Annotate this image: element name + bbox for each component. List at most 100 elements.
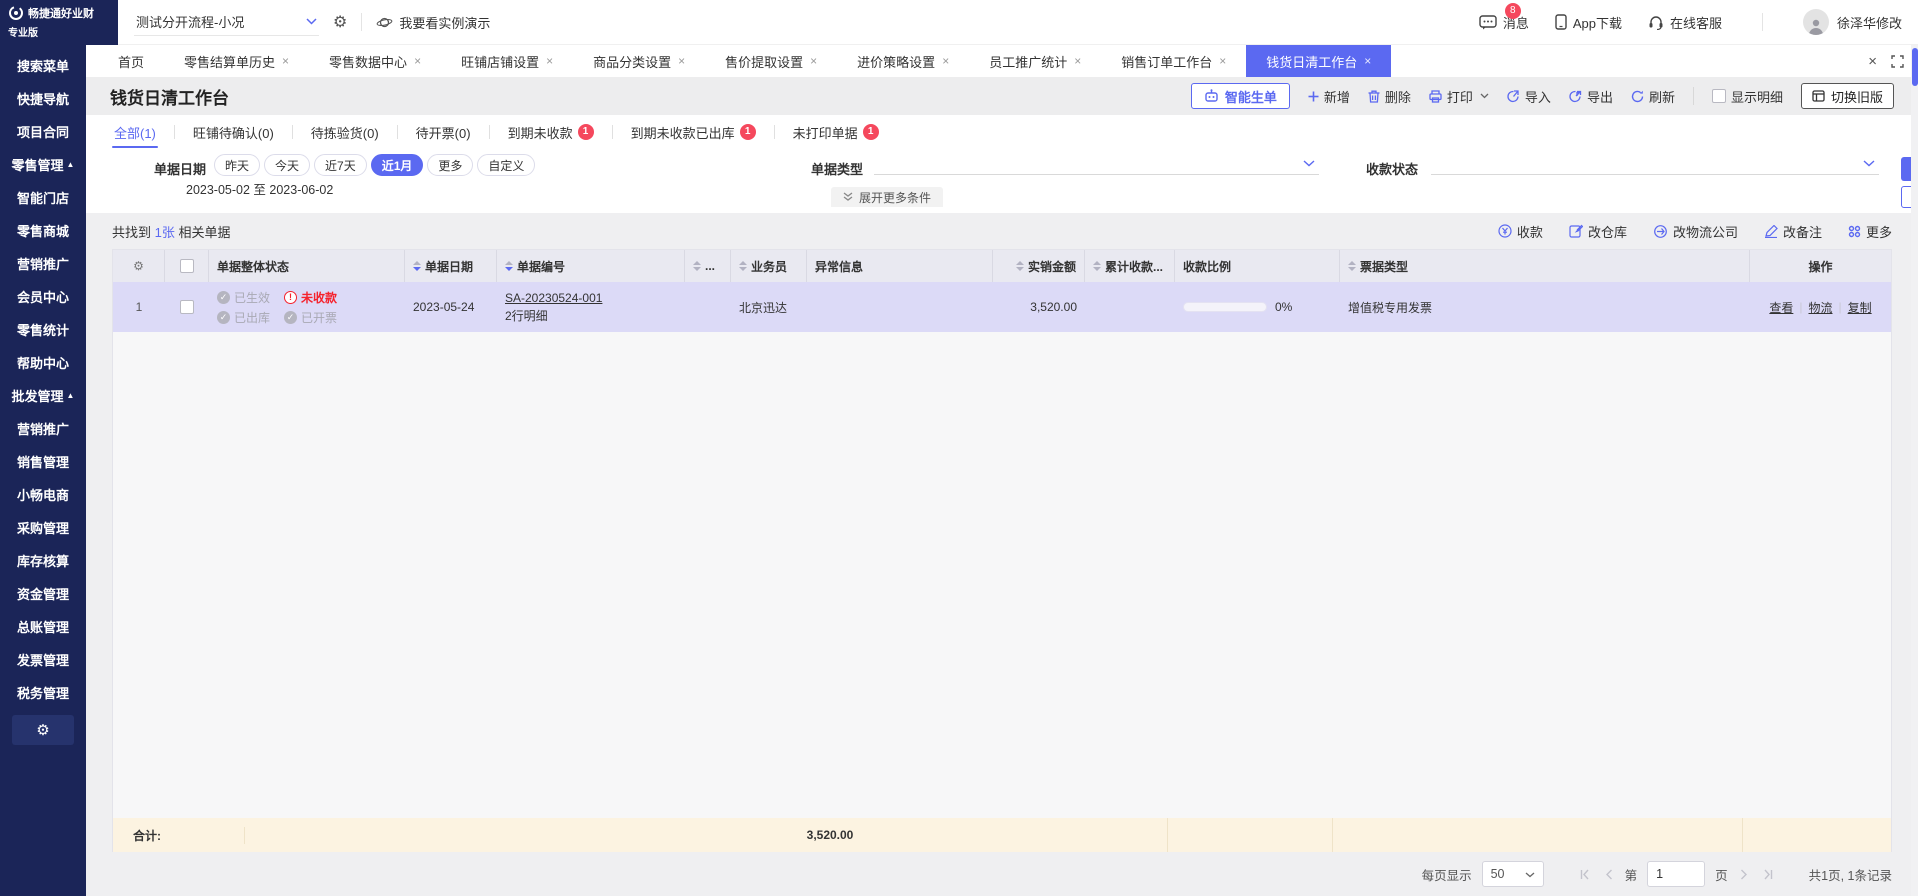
col-error-info[interactable]: 异常信息 — [807, 250, 993, 282]
last-page-icon[interactable] — [1760, 869, 1775, 880]
change-remark-button[interactable]: 改备注 — [1764, 222, 1822, 241]
checkbox-icon[interactable] — [179, 259, 194, 273]
vertical-scrollbar[interactable] — [1911, 45, 1918, 896]
tab-staff-promo-stats[interactable]: 员工推广统计 × — [969, 45, 1101, 77]
close-icon[interactable]: × — [678, 54, 685, 68]
first-page-icon[interactable] — [1578, 869, 1593, 880]
export-button[interactable]: 导出 — [1569, 87, 1613, 106]
copy-link[interactable]: 复制 — [1842, 299, 1878, 316]
sidebar-item-tax[interactable]: 税务管理 — [0, 676, 86, 709]
sidebar-item-marketing-2[interactable]: 营销推广 — [0, 412, 86, 445]
sidebar-item-member-center[interactable]: 会员中心 — [0, 280, 86, 313]
close-icon[interactable]: × — [1219, 54, 1226, 68]
fullscreen-icon[interactable] — [1891, 54, 1904, 68]
scrollbar-thumb[interactable] — [1911, 48, 1918, 86]
col-invoice-type[interactable]: 票据类型 — [1340, 250, 1750, 282]
tab-cash-goods-workbench[interactable]: 钱货日清工作台 × — [1246, 45, 1392, 77]
date-pill-7days[interactable]: 近7天 — [314, 154, 367, 176]
sidebar-item-marketing[interactable]: 营销推广 — [0, 247, 86, 280]
close-icon[interactable]: × — [942, 54, 949, 68]
close-icon[interactable]: × — [1364, 54, 1371, 68]
sidebar-item-sales-mgmt[interactable]: 销售管理 — [0, 445, 86, 478]
sidebar-item-inventory[interactable]: 库存核算 — [0, 544, 86, 577]
sidebar-item-purchase[interactable]: 采购管理 — [0, 511, 86, 544]
messages-button[interactable]: 消息 8 — [1479, 2, 1529, 32]
close-icon[interactable]: × — [414, 54, 421, 68]
filter-tab-pending-confirm[interactable]: 旺铺待确认(0) — [189, 115, 278, 149]
col-ellipsis[interactable]: ... — [685, 250, 731, 282]
online-service-button[interactable]: 在线客服 — [1648, 13, 1722, 32]
checkbox-icon[interactable] — [1711, 89, 1726, 103]
col-salesman[interactable]: 业务员 — [731, 250, 807, 282]
prev-page-icon[interactable] — [1603, 869, 1615, 880]
account-gear-icon[interactable]: ⚙ — [333, 12, 347, 32]
smart-generate-button[interactable]: 智能生单 — [1190, 83, 1290, 109]
date-pill-1month[interactable]: 近1月 — [370, 154, 424, 176]
sidebar-item-project-contract[interactable]: 项目合同 — [0, 115, 86, 148]
sidebar-item-ledger[interactable]: 总账管理 — [0, 610, 86, 643]
show-detail-checkbox[interactable]: 显示明细 — [1711, 87, 1783, 106]
date-range-value[interactable]: 2023-05-02 至 2023-06-02 — [186, 179, 333, 198]
sidebar-item-ecommerce[interactable]: 小畅电商 — [0, 478, 86, 511]
sidebar-item-smart-store[interactable]: 智能门店 — [0, 181, 86, 214]
tab-sales-order-workbench[interactable]: 销售订单工作台 × — [1101, 45, 1246, 77]
tab-retail-data-center[interactable]: 零售数据中心 × — [309, 45, 441, 77]
page-number-input[interactable] — [1647, 861, 1706, 887]
col-cumulative[interactable]: 累计收款... — [1085, 250, 1175, 282]
next-page-icon[interactable] — [1738, 869, 1750, 880]
collect-payment-button[interactable]: 收款 — [1498, 222, 1543, 241]
close-icon[interactable]: × — [1074, 54, 1081, 68]
select-all-checkbox[interactable] — [165, 250, 209, 282]
sidebar-item-invoice[interactable]: 发票管理 — [0, 643, 86, 676]
filter-tab-unprinted[interactable]: 未打印单据 1 — [789, 115, 883, 149]
delete-button[interactable]: 删除 — [1368, 87, 1411, 106]
doc-no-link[interactable]: SA-20230524-001 — [505, 291, 602, 305]
user-menu[interactable]: 徐泽华修改 — [1802, 9, 1902, 35]
sidebar-settings-gear-icon[interactable]: ⚙ — [12, 715, 74, 745]
close-icon[interactable]: × — [810, 54, 817, 68]
column-settings-gear-icon[interactable]: ⚙ — [113, 250, 165, 282]
change-logistics-button[interactable]: 改物流公司 — [1653, 222, 1738, 241]
col-doc-date[interactable]: 单据日期 — [405, 250, 497, 282]
tab-home[interactable]: 首页 — [98, 45, 164, 77]
per-page-select[interactable]: 50 — [1481, 861, 1544, 887]
sidebar-item-funds[interactable]: 资金管理 — [0, 577, 86, 610]
import-button[interactable]: 导入 — [1507, 87, 1551, 106]
add-button[interactable]: 新增 — [1308, 87, 1350, 106]
sidebar-item-search-menu[interactable]: 搜索菜单 — [0, 49, 86, 82]
close-icon[interactable]: × — [282, 54, 289, 68]
row-checkbox[interactable] — [165, 300, 209, 314]
tab-product-category[interactable]: 商品分类设置 × — [573, 45, 705, 77]
refresh-button[interactable]: 刷新 — [1631, 87, 1675, 106]
table-row[interactable]: 1 ✓ 已生效 ! 未收款 ✓ 已出库 ✓ 已开票 2023-05-24 SA-… — [113, 282, 1891, 332]
tab-retail-settlement-history[interactable]: 零售结算单历史 × — [164, 45, 309, 77]
tab-purchase-price-strategy[interactable]: 进价策略设置 × — [837, 45, 969, 77]
date-pill-today[interactable]: 今天 — [264, 154, 311, 176]
date-pill-more[interactable]: 更多 — [427, 154, 474, 176]
col-overall-status[interactable]: 单据整体状态 — [209, 250, 405, 282]
filter-tab-due-unpaid-shipped[interactable]: 到期未收款已出库 1 — [627, 115, 760, 149]
tab-price-extract[interactable]: 售价提取设置 × — [705, 45, 837, 77]
date-pill-custom[interactable]: 自定义 — [477, 154, 536, 176]
sidebar-group-wholesale[interactable]: 批发管理 ▲ — [0, 379, 86, 412]
filter-tab-due-unpaid[interactable]: 到期未收款 1 — [504, 115, 598, 149]
expand-more-conditions[interactable]: 展开更多条件 — [831, 187, 944, 207]
sidebar-item-retail-stats[interactable]: 零售统计 — [0, 313, 86, 346]
date-pill-yesterday[interactable]: 昨天 — [214, 154, 261, 176]
col-ratio[interactable]: 收款比例 — [1175, 250, 1340, 282]
tab-shop-settings[interactable]: 旺铺店铺设置 × — [441, 45, 573, 77]
close-icon[interactable]: × — [546, 54, 553, 68]
col-amount[interactable]: 实销金额 — [993, 250, 1085, 282]
switch-old-version-button[interactable]: 切换旧版 — [1800, 83, 1894, 109]
view-link[interactable]: 查看 — [1763, 299, 1799, 316]
change-warehouse-button[interactable]: 改仓库 — [1569, 222, 1627, 241]
company-selector[interactable]: 测试分开流程-小况 — [134, 8, 319, 36]
logistics-link[interactable]: 物流 — [1802, 299, 1838, 316]
sidebar-item-retail-mall[interactable]: 零售商城 — [0, 214, 86, 247]
filter-tab-pending-invoice[interactable]: 待开票(0) — [412, 115, 475, 149]
payment-status-select[interactable] — [1431, 151, 1879, 175]
sidebar-item-quick-nav[interactable]: 快捷导航 — [0, 82, 86, 115]
sidebar-item-help-center[interactable]: 帮助中心 — [0, 346, 86, 379]
print-button[interactable]: 打印 — [1429, 87, 1489, 106]
doc-type-select[interactable] — [874, 151, 1319, 175]
